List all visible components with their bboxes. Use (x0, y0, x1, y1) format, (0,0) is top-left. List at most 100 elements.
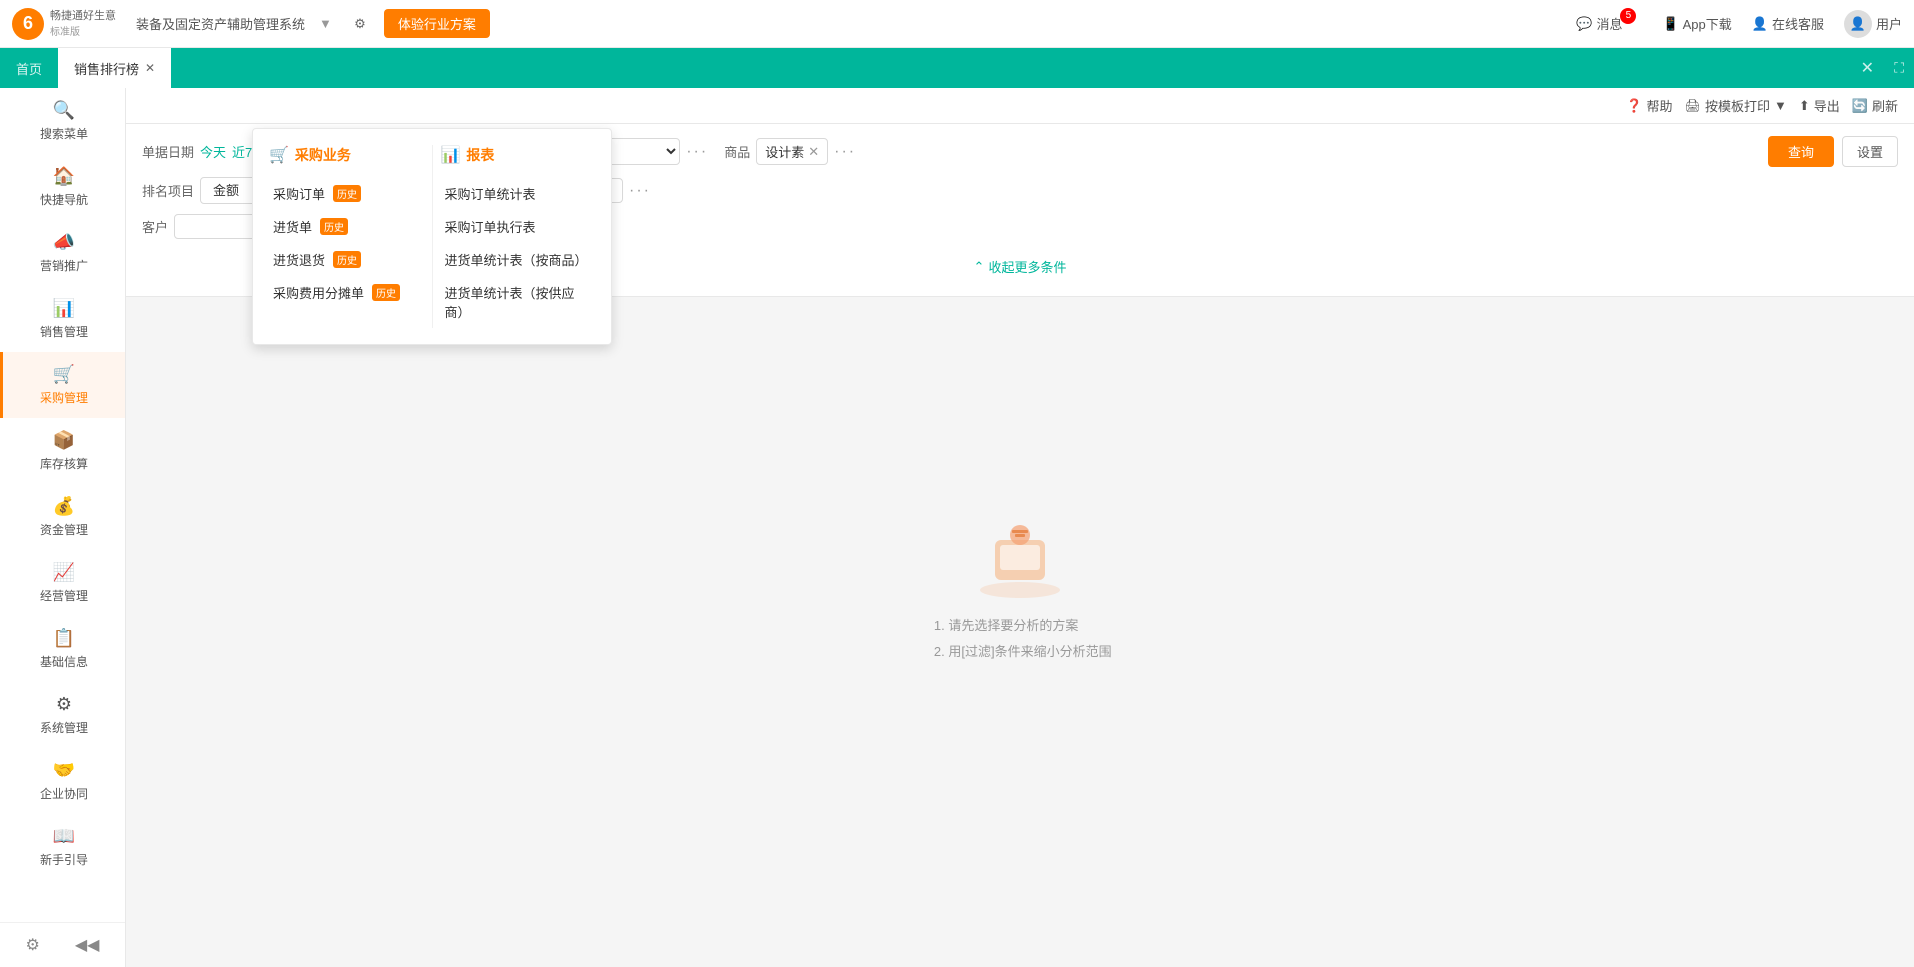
collapse-sidebar-button[interactable]: ◀◀ (75, 935, 100, 955)
print-arrow-icon: ▼ (1774, 98, 1787, 113)
empty-tip-1: 请先选择要分析的方案 (948, 613, 1111, 639)
message-icon: 💬 (1576, 16, 1592, 32)
history-badge: 历史 (333, 185, 361, 202)
logo-badge: 标准版 (50, 23, 116, 38)
empty-state: 请先选择要分析的方案 用[过滤]条件来缩小分析范围 (126, 297, 1914, 967)
goods-tag-close-icon[interactable]: ✕ (808, 144, 819, 160)
sidebar-system-label: 系统管理 (40, 719, 88, 736)
sidebar: 🔍 搜索菜单 🏠 快捷导航 📣 营销推广 📊 销售管理 🛒 采购管理 📦 (0, 88, 126, 967)
online-service-item[interactable]: 👤 在线客服 (1752, 14, 1824, 33)
sidebar-marketing-label: 营销推广 (40, 257, 88, 274)
goods-filter: 商品 设计素 ✕ ··· (724, 138, 856, 165)
help-button[interactable]: ❓ 帮助 (1626, 96, 1672, 115)
sidebar-item-system[interactable]: ⚙ 系统管理 (0, 682, 125, 748)
sidebar-item-finance[interactable]: 💰 资金管理 (0, 484, 125, 550)
message-label: 消息 (1596, 14, 1622, 33)
print-button[interactable]: 🖨 按模板打印 ▼ (1684, 96, 1786, 115)
purchase-icon: 🛒 (53, 364, 75, 385)
system-icon: ⚙ (56, 694, 72, 715)
sidebar-inventory-label: 库存核算 (40, 455, 88, 472)
dropdown-cols: 🛒 采购业务 采购订单 历史 进货单 历史 进货退货 历史 (269, 145, 595, 328)
status-dots[interactable]: ··· (686, 143, 708, 161)
query-button[interactable]: 查询 (1768, 136, 1834, 167)
tab-home[interactable]: 首页 (0, 48, 58, 88)
dropdown-item-inbound[interactable]: 进货单 历史 (269, 210, 424, 243)
purchase-col-icon: 🛒 (269, 145, 289, 165)
history-badge: 历史 (320, 218, 348, 235)
dropdown-item-expense[interactable]: 采购费用分摊单 历史 (269, 276, 424, 309)
topbar-left: 6 畅捷通好生意 标准版 装备及固定资产辅助管理系统 ▼ ⚙ 体验行业方案 (12, 8, 490, 40)
user-label: 用户 (1876, 14, 1902, 33)
dropdown-item-order-exec[interactable]: 采购订单执行表 (441, 210, 596, 243)
refresh-button[interactable]: 🔄 刷新 (1852, 96, 1898, 115)
sidebar-operation-label: 经营管理 (40, 587, 88, 604)
corp-icon: 🤝 (53, 760, 75, 781)
sidebar-corp-label: 企业协同 (40, 785, 88, 802)
dropdown-item-inbound-goods[interactable]: 进货单统计表（按商品） (441, 243, 596, 276)
dropdown-item-return[interactable]: 进货退货 历史 (269, 243, 424, 276)
logo-text: 畅捷通好生意 (50, 9, 116, 23)
sales-icon: 📊 (53, 298, 75, 319)
industry-button[interactable]: 体验行业方案 (384, 9, 490, 38)
help-label: 帮助 (1646, 96, 1672, 115)
item-label: 采购订单 (273, 184, 325, 203)
inventory-icon: 📦 (53, 430, 75, 451)
tabbar-expand-icon[interactable]: ⛶ (1894, 60, 1904, 77)
dropdown-item-inbound-supplier[interactable]: 进货单统计表（按供应商） (441, 276, 596, 328)
sidebar-item-sales[interactable]: 📊 销售管理 (0, 286, 125, 352)
user-item[interactable]: 👤 用户 (1844, 10, 1902, 38)
date-label: 单据日期 (142, 142, 194, 161)
user-avatar: 👤 (1844, 10, 1872, 38)
col2-title-label: 报表 (466, 145, 494, 165)
app-download-label: App下载 (1683, 14, 1732, 33)
export-icon: ⬆ (1799, 98, 1810, 114)
app-download-item[interactable]: 📱 App下载 (1662, 14, 1731, 33)
message-badge: 5 (1620, 8, 1636, 24)
sidebar-item-marketing[interactable]: 📣 营销推广 (0, 220, 125, 286)
goods-dots[interactable]: ··· (834, 143, 856, 161)
dropdown-item-order-stat[interactable]: 采购订单统计表 (441, 177, 596, 210)
sidebar-item-operation[interactable]: 📈 经营管理 (0, 550, 125, 616)
gear-button[interactable]: ⚙ (346, 10, 374, 38)
empty-illustration (970, 520, 1070, 603)
salesperson-dots[interactable]: ··· (629, 182, 651, 200)
action-btns: 查询 设置 (1768, 136, 1898, 167)
item-label: 采购费用分摊单 (273, 283, 364, 302)
history-badge: 历史 (372, 284, 400, 301)
dropdown-item-purchase-order[interactable]: 采购订单 历史 (269, 177, 424, 210)
basic-icon: 📋 (53, 628, 75, 649)
sidebar-bottom: ⚙ ◀◀ (0, 922, 125, 967)
collapse-label: 收起更多条件 (988, 257, 1066, 276)
dropdown-col1-title: 🛒 采购业务 (269, 145, 424, 165)
sidebar-item-basic[interactable]: 📋 基础信息 (0, 616, 125, 682)
print-label: 按模板打印 (1705, 96, 1770, 115)
date-today[interactable]: 今天 (200, 142, 226, 161)
sidebar-item-corp[interactable]: 🤝 企业协同 (0, 748, 125, 814)
system-title: 装备及固定资产辅助管理系统 (136, 14, 305, 33)
setting-button[interactable]: 设置 (1842, 136, 1898, 167)
tab-sales-rank[interactable]: 销售排行榜 ✕ (58, 48, 171, 88)
item-label: 进货单统计表（按商品） (445, 250, 588, 269)
topbar: 6 畅捷通好生意 标准版 装备及固定资产辅助管理系统 ▼ ⚙ 体验行业方案 💬 … (0, 0, 1914, 48)
sidebar-menu: 🔍 搜索菜单 🏠 快捷导航 📣 营销推广 📊 销售管理 🛒 采购管理 📦 (0, 88, 125, 922)
sidebar-item-inventory[interactable]: 📦 库存核算 (0, 418, 125, 484)
sidebar-item-nav[interactable]: 🏠 快捷导航 (0, 154, 125, 220)
title-arrow-icon: ▼ (319, 16, 332, 31)
print-icon: 🖨 (1684, 98, 1701, 114)
tab-home-label: 首页 (16, 59, 42, 78)
sidebar-item-search[interactable]: 🔍 搜索菜单 (0, 88, 125, 154)
content-toolbar: ❓ 帮助 🖨 按模板打印 ▼ ⬆ 导出 🔄 刷新 (126, 88, 1914, 124)
tabbar-close-icon[interactable]: ✕ (1861, 58, 1874, 78)
settings-button[interactable]: ⚙ (26, 935, 40, 955)
export-button[interactable]: ⬆ 导出 (1799, 96, 1840, 115)
dropdown-col2-title: 📊 报表 (441, 145, 596, 165)
goods-tag[interactable]: 设计素 ✕ (756, 138, 828, 165)
sidebar-purchase-label: 采购管理 (40, 389, 88, 406)
empty-tips: 请先选择要分析的方案 用[过滤]条件来缩小分析范围 (928, 613, 1111, 665)
marketing-icon: 📣 (53, 232, 75, 253)
sidebar-basic-label: 基础信息 (40, 653, 88, 670)
sidebar-item-purchase[interactable]: 🛒 采购管理 (0, 352, 125, 418)
tab-close-icon[interactable]: ✕ (145, 61, 155, 75)
message-item[interactable]: 💬 消息 5 (1576, 14, 1642, 33)
sidebar-item-guide[interactable]: 📖 新手引导 (0, 814, 125, 880)
